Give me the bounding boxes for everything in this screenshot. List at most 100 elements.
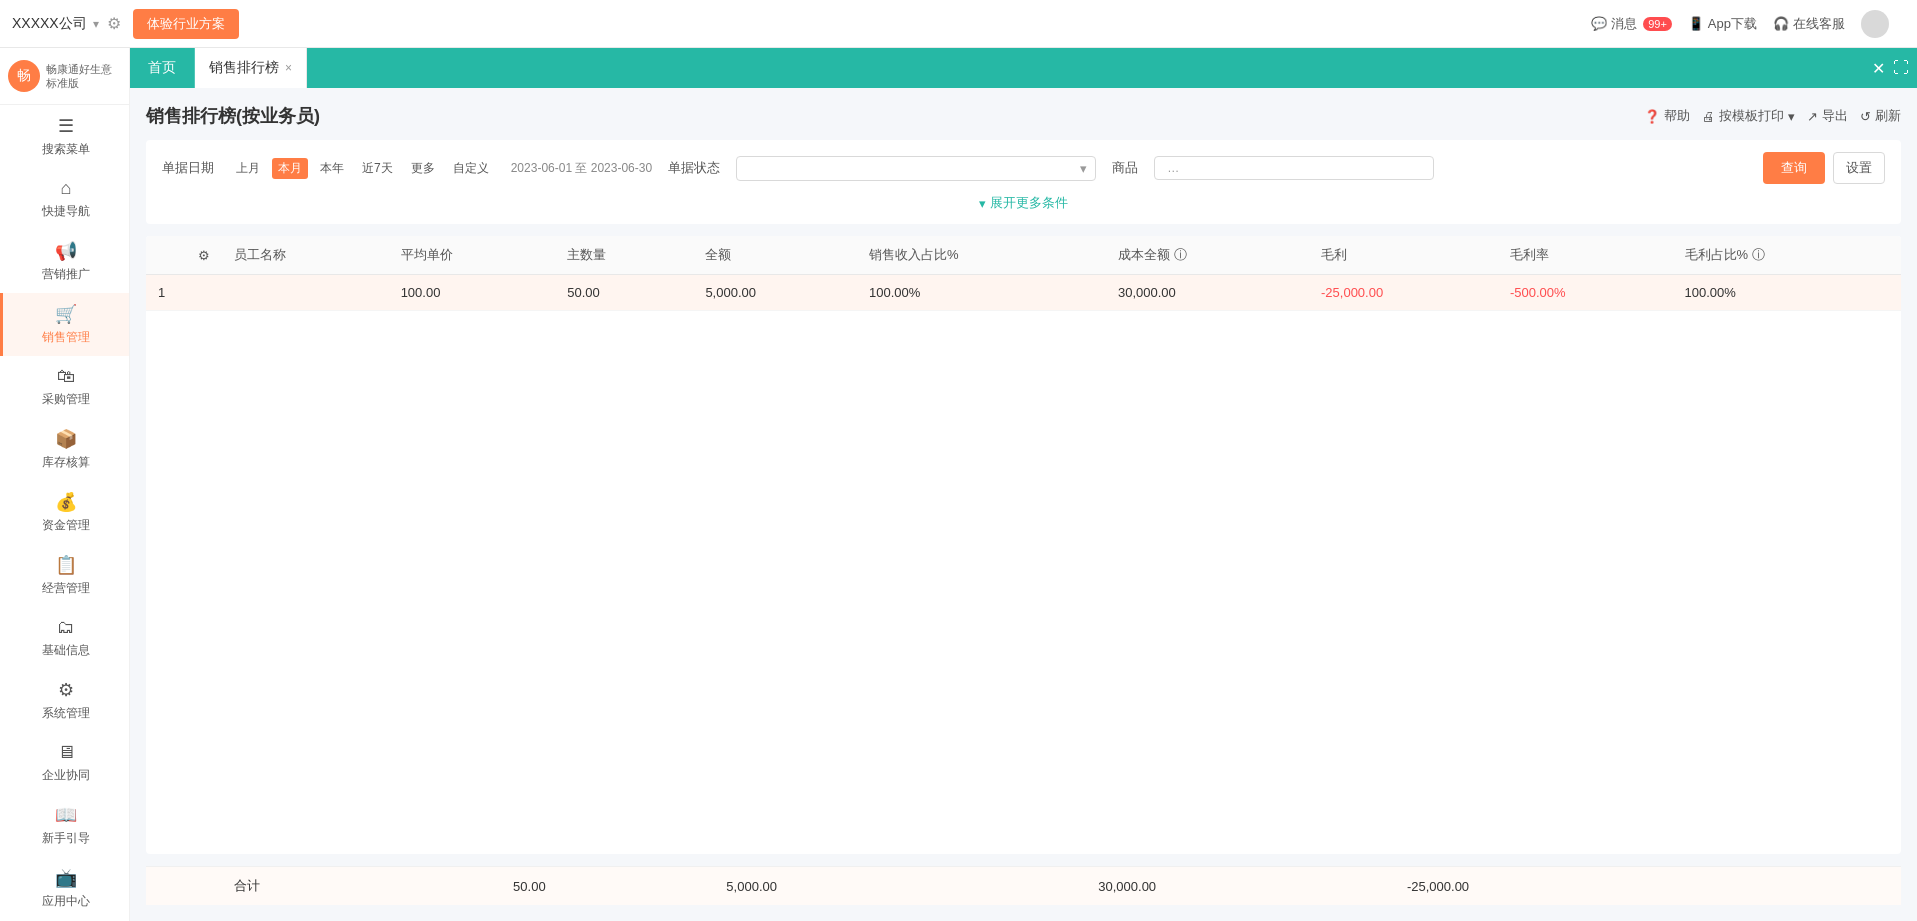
print-button[interactable]: 🖨 按模板打印 ▾ <box>1702 107 1795 125</box>
date-filter-label: 单据日期 <box>162 159 214 177</box>
th-index <box>146 236 186 275</box>
date-option-this-year[interactable]: 本年 <box>314 158 350 179</box>
expand-icon: ▾ <box>979 196 986 211</box>
sidebar-item-label: 库存核算 <box>42 454 90 471</box>
trial-button[interactable]: 体验行业方案 <box>133 9 239 39</box>
home-icon: ⌂ <box>61 178 72 199</box>
sidebar: 畅 畅康通好生意 标准版 ☰ 搜索菜单 ⌂ 快捷导航 📢 营销推广 🛒 销售管理… <box>0 48 130 921</box>
table-container: ⚙ 员工名称 平均单价 主数量 全额 销售收入占比% 成本全额 ⓘ 毛利 毛利率… <box>146 236 1901 854</box>
guide-icon: 📖 <box>55 804 77 826</box>
sidebar-item-purchase[interactable]: 🛍 采购管理 <box>0 356 129 418</box>
tab-close-window-icon[interactable]: ✕ <box>1872 59 1885 78</box>
company-selector[interactable]: XXXXX公司 ▾ <box>12 15 99 33</box>
cell-gross: -25,000.00 <box>1309 275 1498 311</box>
date-option-custom[interactable]: 自定义 <box>447 158 495 179</box>
tab-label: 销售排行榜 <box>209 59 279 77</box>
filter-settings-button[interactable]: 设置 <box>1833 152 1885 184</box>
cell-settings <box>186 275 222 311</box>
cell-quantity: 50.00 <box>555 275 693 311</box>
goods-input[interactable]: … <box>1154 156 1434 180</box>
online-service-button[interactable]: 🎧 在线客服 <box>1773 15 1845 33</box>
th-gross-rate: 毛利率 <box>1498 236 1673 275</box>
tab-close-icon[interactable]: × <box>285 61 292 75</box>
app-download-button[interactable]: 📱 App下载 <box>1688 15 1757 33</box>
sidebar-item-label: 快捷导航 <box>42 203 90 220</box>
date-options: 上月 本月 本年 近7天 更多 自定义 <box>230 158 495 179</box>
total-gross-pct <box>1810 867 1901 905</box>
date-option-7days[interactable]: 近7天 <box>356 158 399 179</box>
header-gear-icon[interactable]: ⚙ <box>107 14 121 33</box>
sidebar-logo: 畅 畅康通好生意 标准版 <box>0 48 129 105</box>
sidebar-item-quicknav[interactable]: ⌂ 快捷导航 <box>0 168 129 230</box>
date-option-more[interactable]: 更多 <box>405 158 441 179</box>
column-settings-icon[interactable]: ⚙ <box>198 248 210 263</box>
help-icon: ❓ <box>1644 109 1660 124</box>
cell-index: 1 <box>146 275 186 311</box>
logo-text: 畅康通好生意 标准版 <box>46 62 112 91</box>
sidebar-item-label: 销售管理 <box>42 329 90 346</box>
cell-sales-pct: 100.00% <box>857 275 1106 311</box>
total-cost: 30,000.00 <box>1086 867 1395 905</box>
sidebar-item-system[interactable]: ⚙ 系统管理 <box>0 669 129 732</box>
inventory-icon: 📦 <box>55 428 77 450</box>
sidebar-item-search[interactable]: ☰ 搜索菜单 <box>0 105 129 168</box>
cell-name <box>222 275 389 311</box>
online-service-label: 在线客服 <box>1793 15 1845 33</box>
base-info-icon: 🗂 <box>57 617 75 638</box>
apps-icon: 📺 <box>55 867 77 889</box>
total-empty-settings <box>186 867 222 905</box>
top-header: XXXXX公司 ▾ ⚙ 体验行业方案 💬 消息 99+ 📱 App下载 🎧 在线… <box>0 0 1917 48</box>
total-sales-pct <box>996 867 1087 905</box>
sidebar-item-finance[interactable]: 💰 资金管理 <box>0 481 129 544</box>
message-badge: 99+ <box>1643 17 1672 31</box>
date-option-prev-month[interactable]: 上月 <box>230 158 266 179</box>
avatar[interactable] <box>1861 10 1889 38</box>
total-table: 合计 50.00 5,000.00 30,000.00 -25,000.00 <box>146 867 1901 905</box>
total-quantity: 50.00 <box>501 867 714 905</box>
sidebar-item-apps[interactable]: 📺 应用中心 <box>0 857 129 920</box>
sidebar-item-label: 采购管理 <box>42 391 90 408</box>
tab-home[interactable]: 首页 <box>130 48 195 88</box>
table-header-row: ⚙ 员工名称 平均单价 主数量 全额 销售收入占比% 成本全额 ⓘ 毛利 毛利率… <box>146 236 1901 275</box>
export-icon: ↗ <box>1807 109 1818 124</box>
goods-more-btn[interactable]: … <box>1167 161 1179 175</box>
export-button[interactable]: ↗ 导出 <box>1807 107 1848 125</box>
cell-amount: 5,000.00 <box>693 275 857 311</box>
sidebar-item-base-info[interactable]: 🗂 基础信息 <box>0 607 129 669</box>
company-name: XXXXX公司 <box>12 15 87 33</box>
th-avg-price: 平均单价 <box>389 236 556 275</box>
total-amount: 5,000.00 <box>714 867 995 905</box>
sidebar-item-marketing[interactable]: 📢 营销推广 <box>0 230 129 293</box>
header-right: 💬 消息 99+ 📱 App下载 🎧 在线客服 <box>1591 10 1905 38</box>
th-quantity: 主数量 <box>555 236 693 275</box>
sidebar-item-sales[interactable]: 🛒 销售管理 <box>0 293 129 356</box>
refresh-button[interactable]: ↺ 刷新 <box>1860 107 1901 125</box>
status-select[interactable]: ▾ <box>736 156 1096 181</box>
tab-sales-ranking[interactable]: 销售排行榜 × <box>195 48 307 88</box>
date-option-this-month[interactable]: 本月 <box>272 158 308 179</box>
logo-icon: 畅 <box>8 60 40 92</box>
refresh-icon: ↺ <box>1860 109 1871 124</box>
total-empty-index <box>146 867 186 905</box>
sidebar-item-inventory[interactable]: 📦 库存核算 <box>0 418 129 481</box>
sidebar-item-enterprise[interactable]: 🖥 企业协同 <box>0 732 129 794</box>
th-name: 员工名称 <box>222 236 389 275</box>
tab-bar: 首页 销售排行榜 × ✕ ⛶ <box>130 48 1917 88</box>
cell-gross-rate: -500.00% <box>1498 275 1673 311</box>
sidebar-item-operations[interactable]: 📋 经营管理 <box>0 544 129 607</box>
date-range-display: 2023-06-01 至 2023-06-30 <box>511 160 652 177</box>
th-settings[interactable]: ⚙ <box>186 236 222 275</box>
purchase-icon: 🛍 <box>57 366 75 387</box>
goods-filter-label: 商品 <box>1112 159 1138 177</box>
data-table: ⚙ 员工名称 平均单价 主数量 全额 销售收入占比% 成本全额 ⓘ 毛利 毛利率… <box>146 236 1901 311</box>
sidebar-item-label: 新手引导 <box>42 830 90 847</box>
chevron-down-icon: ▾ <box>93 17 99 31</box>
messages-button[interactable]: 💬 消息 99+ <box>1591 15 1672 33</box>
total-gross-rate <box>1720 867 1811 905</box>
sidebar-item-guide[interactable]: 📖 新手引导 <box>0 794 129 857</box>
expand-more-button[interactable]: ▾ 展开更多条件 <box>162 194 1885 212</box>
sidebar-item-label: 营销推广 <box>42 266 90 283</box>
query-button[interactable]: 查询 <box>1763 152 1825 184</box>
help-button[interactable]: ❓ 帮助 <box>1644 107 1690 125</box>
tab-restore-icon[interactable]: ⛶ <box>1893 59 1909 77</box>
